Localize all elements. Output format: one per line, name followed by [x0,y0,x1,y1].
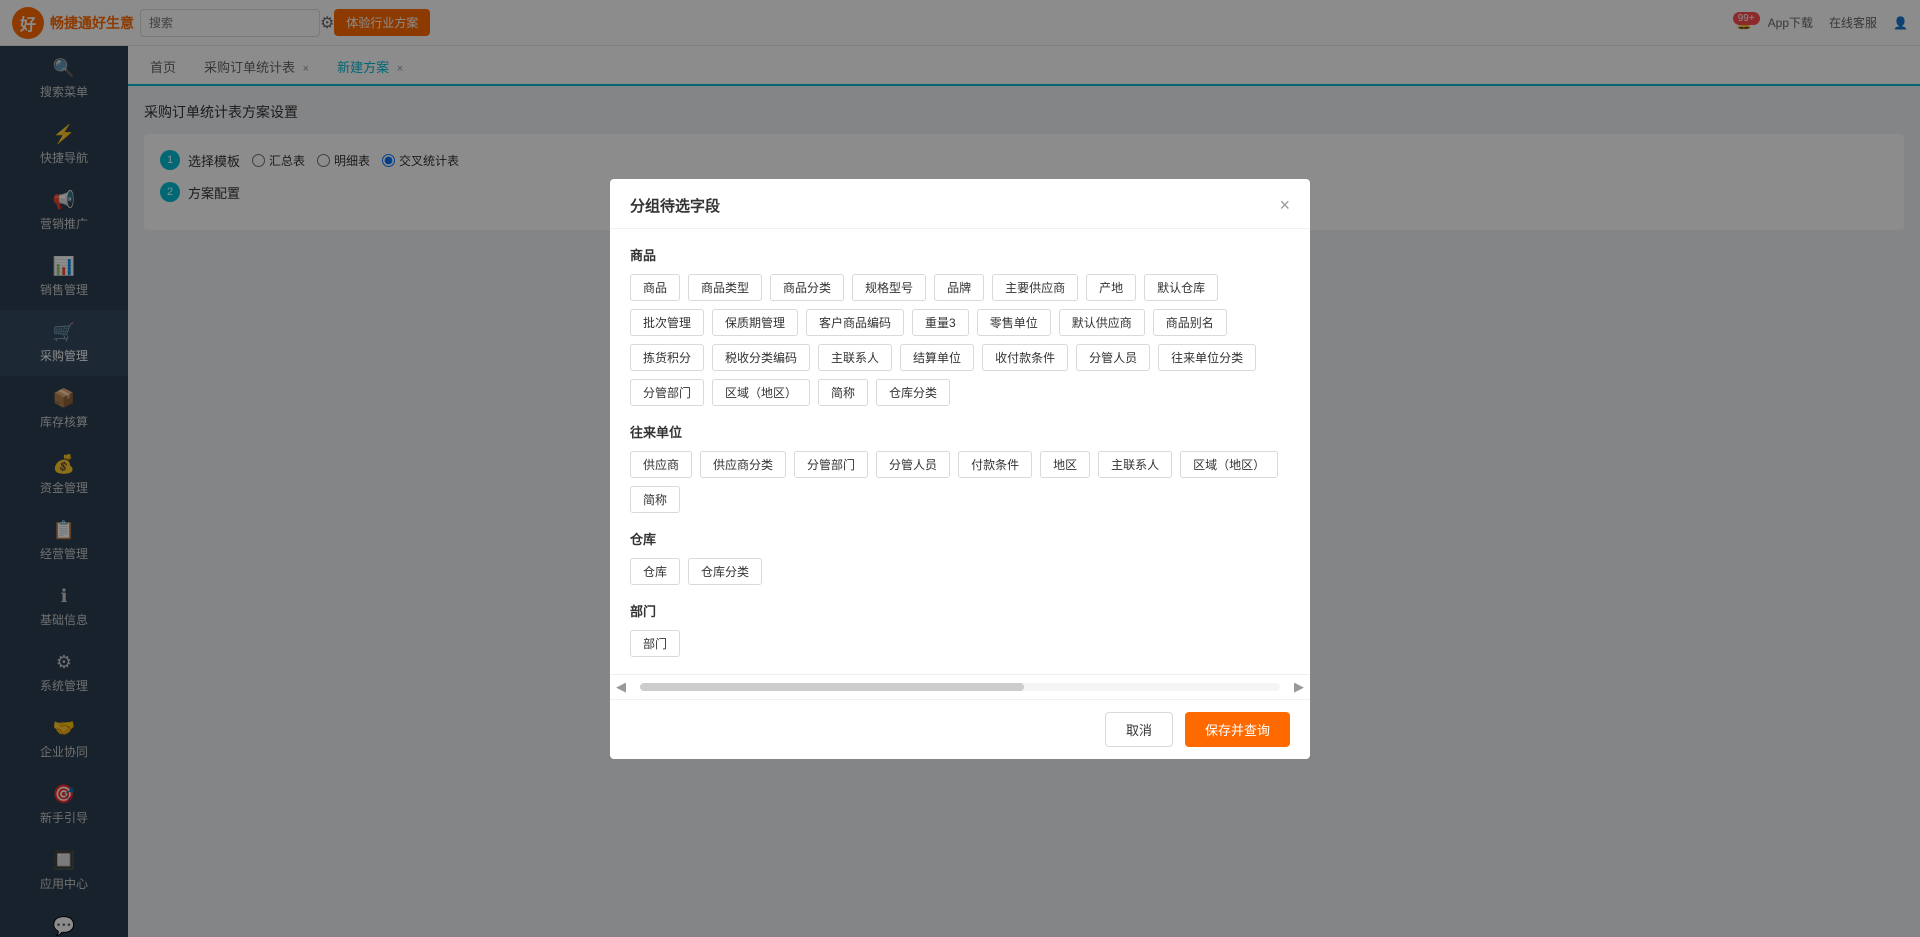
field-tag[interactable]: 零售单位 [977,309,1051,336]
section-department: 部门 部门 [630,601,1290,657]
field-tag[interactable]: 分管人员 [876,451,950,478]
field-tag[interactable]: 主联系人 [818,344,892,371]
modal-overlay: 分组待选字段 × 商品 商品 商品类型 商品分类 规格型号 品牌 主要供应商 产… [0,0,1920,937]
field-tag[interactable]: 主联系人 [1098,451,1172,478]
confirm-button[interactable]: 保存并查询 [1185,712,1290,747]
modal-header: 分组待选字段 × [610,179,1310,229]
field-tag[interactable]: 税收分类编码 [712,344,810,371]
field-tag[interactable]: 收付款条件 [982,344,1068,371]
field-tag[interactable]: 仓库分类 [876,379,950,406]
field-tag[interactable]: 商品分类 [770,274,844,301]
field-tag[interactable]: 保质期管理 [712,309,798,336]
section-warehouse-tags: 仓库 仓库分类 [630,558,1290,585]
modal-body: 商品 商品 商品类型 商品分类 规格型号 品牌 主要供应商 产地 默认仓库 批次… [610,229,1310,674]
field-tag[interactable]: 付款条件 [958,451,1032,478]
field-tag[interactable]: 地区 [1040,451,1090,478]
field-tag[interactable]: 往来单位分类 [1158,344,1256,371]
field-tag[interactable]: 商品 [630,274,680,301]
field-tag[interactable]: 区域（地区） [1180,451,1278,478]
field-tag[interactable]: 仓库 [630,558,680,585]
field-tag[interactable]: 批次管理 [630,309,704,336]
hscroll-track [640,683,1280,691]
hscroll-right-arrow[interactable]: ▶ [1288,679,1310,695]
section-warehouse: 仓库 仓库 仓库分类 [630,529,1290,585]
field-tag[interactable]: 规格型号 [852,274,926,301]
field-tag[interactable]: 仓库分类 [688,558,762,585]
modal-title: 分组待选字段 [630,195,720,216]
field-tag[interactable]: 简称 [630,486,680,513]
section-goods-tags: 商品 商品类型 商品分类 规格型号 品牌 主要供应商 产地 默认仓库 批次管理 … [630,274,1290,406]
field-tag[interactable]: 分管人员 [1076,344,1150,371]
field-tag[interactable]: 重量3 [912,309,969,336]
field-tag[interactable]: 产地 [1086,274,1136,301]
field-tag[interactable]: 简称 [818,379,868,406]
field-tag[interactable]: 分管部门 [794,451,868,478]
section-partners-title: 往来单位 [630,422,1290,441]
field-tag[interactable]: 主要供应商 [992,274,1078,301]
field-tag[interactable]: 客户商品编码 [806,309,904,336]
field-tag[interactable]: 默认仓库 [1144,274,1218,301]
field-tag[interactable]: 供应商 [630,451,692,478]
section-department-tags: 部门 [630,630,1290,657]
section-warehouse-title: 仓库 [630,529,1290,548]
field-tag[interactable]: 拣货积分 [630,344,704,371]
hscroll-thumb [640,683,1024,691]
field-tag[interactable]: 商品别名 [1153,309,1227,336]
section-partners: 往来单位 供应商 供应商分类 分管部门 分管人员 付款条件 地区 主联系人 区域… [630,422,1290,513]
modal-close-button[interactable]: × [1279,195,1290,216]
modal-hscroll-bar: ◀ ▶ [610,674,1310,699]
modal-footer: 取消 保存并查询 [610,699,1310,759]
field-tag[interactable]: 区域（地区） [712,379,810,406]
hscroll-left-arrow[interactable]: ◀ [610,679,632,695]
field-tag[interactable]: 供应商分类 [700,451,786,478]
cancel-button[interactable]: 取消 [1105,712,1173,747]
field-tag[interactable]: 结算单位 [900,344,974,371]
field-selection-modal: 分组待选字段 × 商品 商品 商品类型 商品分类 规格型号 品牌 主要供应商 产… [610,179,1310,759]
field-tag[interactable]: 部门 [630,630,680,657]
section-goods-title: 商品 [630,245,1290,264]
section-partners-tags: 供应商 供应商分类 分管部门 分管人员 付款条件 地区 主联系人 区域（地区） … [630,451,1290,513]
section-goods: 商品 商品 商品类型 商品分类 规格型号 品牌 主要供应商 产地 默认仓库 批次… [630,245,1290,406]
field-tag[interactable]: 品牌 [934,274,984,301]
field-tag[interactable]: 默认供应商 [1059,309,1145,336]
field-tag[interactable]: 分管部门 [630,379,704,406]
field-tag[interactable]: 商品类型 [688,274,762,301]
section-department-title: 部门 [630,601,1290,620]
